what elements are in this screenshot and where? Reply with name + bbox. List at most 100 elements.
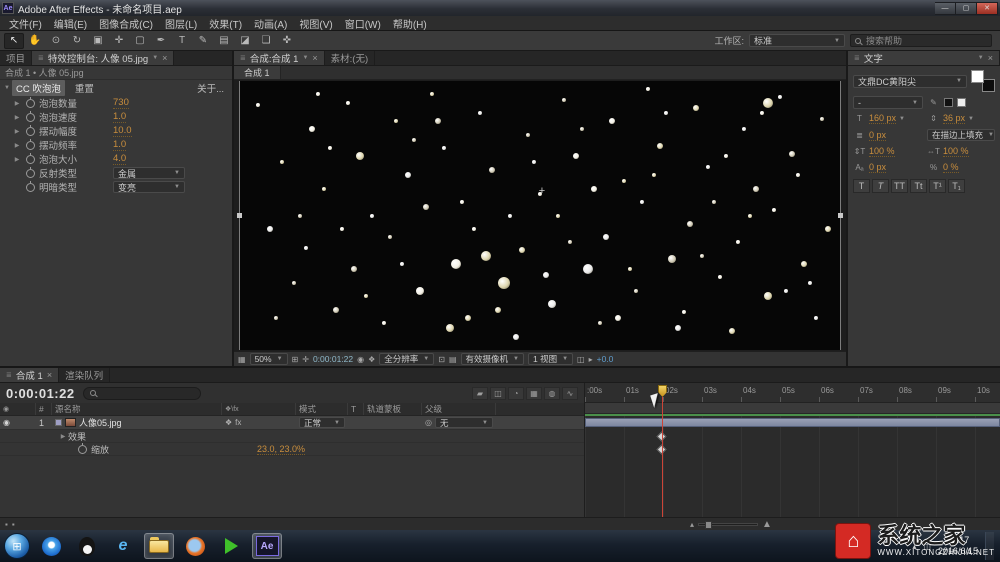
roto-brush-tool[interactable]: ❏ bbox=[256, 33, 276, 49]
text-tool[interactable]: T bbox=[172, 33, 192, 49]
pick-whip-icon[interactable]: ◎ bbox=[425, 418, 432, 427]
always-preview-icon[interactable]: ▦ bbox=[238, 355, 246, 364]
eye-icon[interactable]: ◉ bbox=[3, 418, 10, 427]
menu-item[interactable]: 帮助(H) bbox=[387, 16, 433, 31]
tab-composition[interactable]: ≣ 合成:合成 1 ▼ × bbox=[234, 51, 325, 65]
eraser-tool[interactable]: ◪ bbox=[235, 33, 255, 49]
toggle-expand-icon[interactable]: ▪ bbox=[5, 520, 8, 529]
menu-item[interactable]: 图层(L) bbox=[159, 16, 203, 31]
region-of-interest-icon[interactable]: ⊡ bbox=[438, 355, 445, 364]
twirl-right-icon[interactable]: ▶ bbox=[12, 100, 22, 107]
frame-blend-icon[interactable]: ▦ bbox=[526, 387, 542, 400]
text-style-button[interactable]: TT bbox=[891, 179, 908, 193]
resolution-dropdown[interactable]: 全分辨率▼ bbox=[379, 353, 434, 365]
menu-item[interactable]: 文件(F) bbox=[3, 16, 48, 31]
horizontal-scale-value[interactable]: 100 % bbox=[943, 146, 969, 157]
toggle-expand-icon[interactable]: ▪ bbox=[12, 520, 15, 529]
graph-editor-icon[interactable]: ∿ bbox=[562, 387, 578, 400]
label-color-chip[interactable] bbox=[55, 419, 62, 426]
zoom-dropdown[interactable]: 50%▼ bbox=[250, 353, 288, 365]
camera-dropdown[interactable]: 有效摄像机▼ bbox=[461, 353, 524, 365]
subtab-comp-1[interactable]: 合成 1 bbox=[234, 66, 281, 79]
transparency-grid-icon[interactable]: ▤ bbox=[449, 355, 457, 364]
mask-visibility-icon[interactable]: ✛ bbox=[302, 355, 309, 364]
motion-blur-icon[interactable]: ◍ bbox=[544, 387, 560, 400]
close-icon[interactable]: × bbox=[312, 53, 317, 63]
col-trkmat[interactable]: 轨道蒙板 bbox=[364, 403, 422, 415]
brush-tool[interactable]: ✎ bbox=[193, 33, 213, 49]
tsume-value[interactable]: 0 % bbox=[943, 162, 959, 173]
close-icon[interactable]: × bbox=[47, 370, 52, 380]
layer-name[interactable]: 人像05.jpg bbox=[79, 416, 122, 429]
parent-dropdown[interactable]: 无▼ bbox=[435, 417, 493, 428]
mask-shape-tool[interactable]: ▢ bbox=[130, 33, 150, 49]
viewer-area[interactable]: + bbox=[234, 80, 846, 351]
show-channel-icon[interactable]: ❖ bbox=[368, 355, 375, 364]
taskbar-ie-icon[interactable]: e bbox=[108, 533, 138, 559]
twirl-right-icon[interactable]: ▶ bbox=[12, 142, 22, 149]
effects-group-row[interactable]: ▶ 效果 bbox=[0, 430, 584, 443]
stopwatch-icon[interactable] bbox=[26, 141, 35, 150]
effects-group-label[interactable]: 效果 bbox=[68, 430, 86, 443]
stopwatch-icon[interactable] bbox=[26, 99, 35, 108]
minimize-button[interactable]: — bbox=[935, 2, 956, 15]
menu-item[interactable]: 窗口(W) bbox=[339, 16, 387, 31]
white-swatch[interactable] bbox=[957, 98, 966, 107]
pen-tool[interactable]: ✒ bbox=[151, 33, 171, 49]
scale-property-row[interactable]: 缩放 23.0, 23.0% bbox=[0, 443, 584, 456]
text-style-button[interactable]: T₁ bbox=[948, 179, 965, 193]
zoom-out-icon[interactable]: ▴ bbox=[690, 520, 694, 529]
layer-handle-left[interactable] bbox=[237, 213, 242, 218]
viewer-timecode[interactable]: 0:00:01:22 bbox=[313, 354, 353, 364]
leading-value[interactable]: 36 px bbox=[943, 113, 965, 124]
stopwatch-icon[interactable] bbox=[78, 445, 87, 454]
tab-timeline-comp[interactable]: ≣ 合成 1 × bbox=[0, 368, 59, 382]
pan-behind-tool[interactable]: ✛ bbox=[109, 33, 129, 49]
close-icon[interactable]: × bbox=[988, 53, 993, 63]
fill-stroke-swatches[interactable] bbox=[971, 70, 995, 92]
maximize-button[interactable]: ▢ bbox=[956, 2, 977, 15]
baseline-shift-value[interactable]: 0 px bbox=[869, 162, 886, 173]
tab-footage[interactable]: 素材:(无) bbox=[325, 51, 375, 65]
eyedropper-icon[interactable]: ✎ bbox=[927, 98, 940, 107]
chevron-down-icon[interactable]: ▼ bbox=[968, 116, 974, 122]
property-dropdown[interactable]: 变亮▼ bbox=[113, 181, 185, 193]
start-button[interactable]: ⊞ bbox=[4, 533, 30, 559]
selection-tool[interactable]: ↖ bbox=[4, 33, 24, 49]
view-layout-dropdown[interactable]: 1 视图▼ bbox=[528, 353, 573, 365]
comp-canvas[interactable]: + bbox=[239, 81, 841, 350]
property-value[interactable]: 730 bbox=[113, 97, 129, 109]
effect-header-row[interactable]: ▼ CC 吹泡泡 重置 关于... bbox=[0, 80, 232, 96]
menu-item[interactable]: 图像合成(C) bbox=[93, 16, 159, 31]
title-bar[interactable]: Ae Adobe After Effects - 未命名项目.aep — ▢ ✕ bbox=[0, 0, 1000, 16]
stopwatch-icon[interactable] bbox=[26, 127, 35, 136]
puppet-pin-tool[interactable]: ✜ bbox=[277, 33, 297, 49]
tab-effect-controls[interactable]: ≣ 特效控制台: 人像 05.jpg ▼ × bbox=[32, 51, 174, 65]
timeline-zoom-control[interactable]: ▴ ▲ bbox=[690, 519, 772, 530]
twirl-right-icon[interactable]: ▶ bbox=[58, 433, 68, 440]
fast-preview-icon[interactable]: ▸ bbox=[589, 355, 593, 364]
about-button[interactable]: 关于... bbox=[197, 81, 224, 95]
exposure-offset[interactable]: +0.0 bbox=[597, 354, 614, 364]
property-value[interactable]: 10.0 bbox=[113, 125, 132, 137]
zoom-in-icon[interactable]: ▲ bbox=[762, 519, 772, 530]
close-button[interactable]: ✕ bbox=[977, 2, 998, 15]
rotation-tool[interactable]: ↻ bbox=[67, 33, 87, 49]
twirl-right-icon[interactable]: ▶ bbox=[12, 114, 22, 121]
camera-tool[interactable]: ▣ bbox=[88, 33, 108, 49]
scale-value[interactable]: 23.0, 23.0% bbox=[257, 444, 305, 455]
effect-name[interactable]: CC 吹泡泡 bbox=[12, 80, 65, 96]
font-family-dropdown[interactable]: 文鼎DC黄阳尖▼ bbox=[853, 75, 967, 88]
help-search-input[interactable]: 搜索帮助 bbox=[850, 34, 992, 47]
black-swatch[interactable] bbox=[944, 98, 953, 107]
reset-button[interactable]: 重置 bbox=[75, 81, 94, 95]
twirl-right-icon[interactable]: ▶ bbox=[12, 156, 22, 163]
scale-label[interactable]: 缩放 bbox=[91, 443, 109, 456]
draft-3d-icon[interactable]: ◫ bbox=[490, 387, 506, 400]
layer-handle-right[interactable] bbox=[838, 213, 843, 218]
taskbar-explorer-icon[interactable] bbox=[144, 533, 174, 559]
workspace-dropdown[interactable]: 标准 ▼ bbox=[749, 34, 845, 47]
taskbar-browser-icon[interactable] bbox=[36, 533, 66, 559]
vertical-scale-value[interactable]: 100 % bbox=[869, 146, 895, 157]
menu-item[interactable]: 编辑(E) bbox=[48, 16, 93, 31]
